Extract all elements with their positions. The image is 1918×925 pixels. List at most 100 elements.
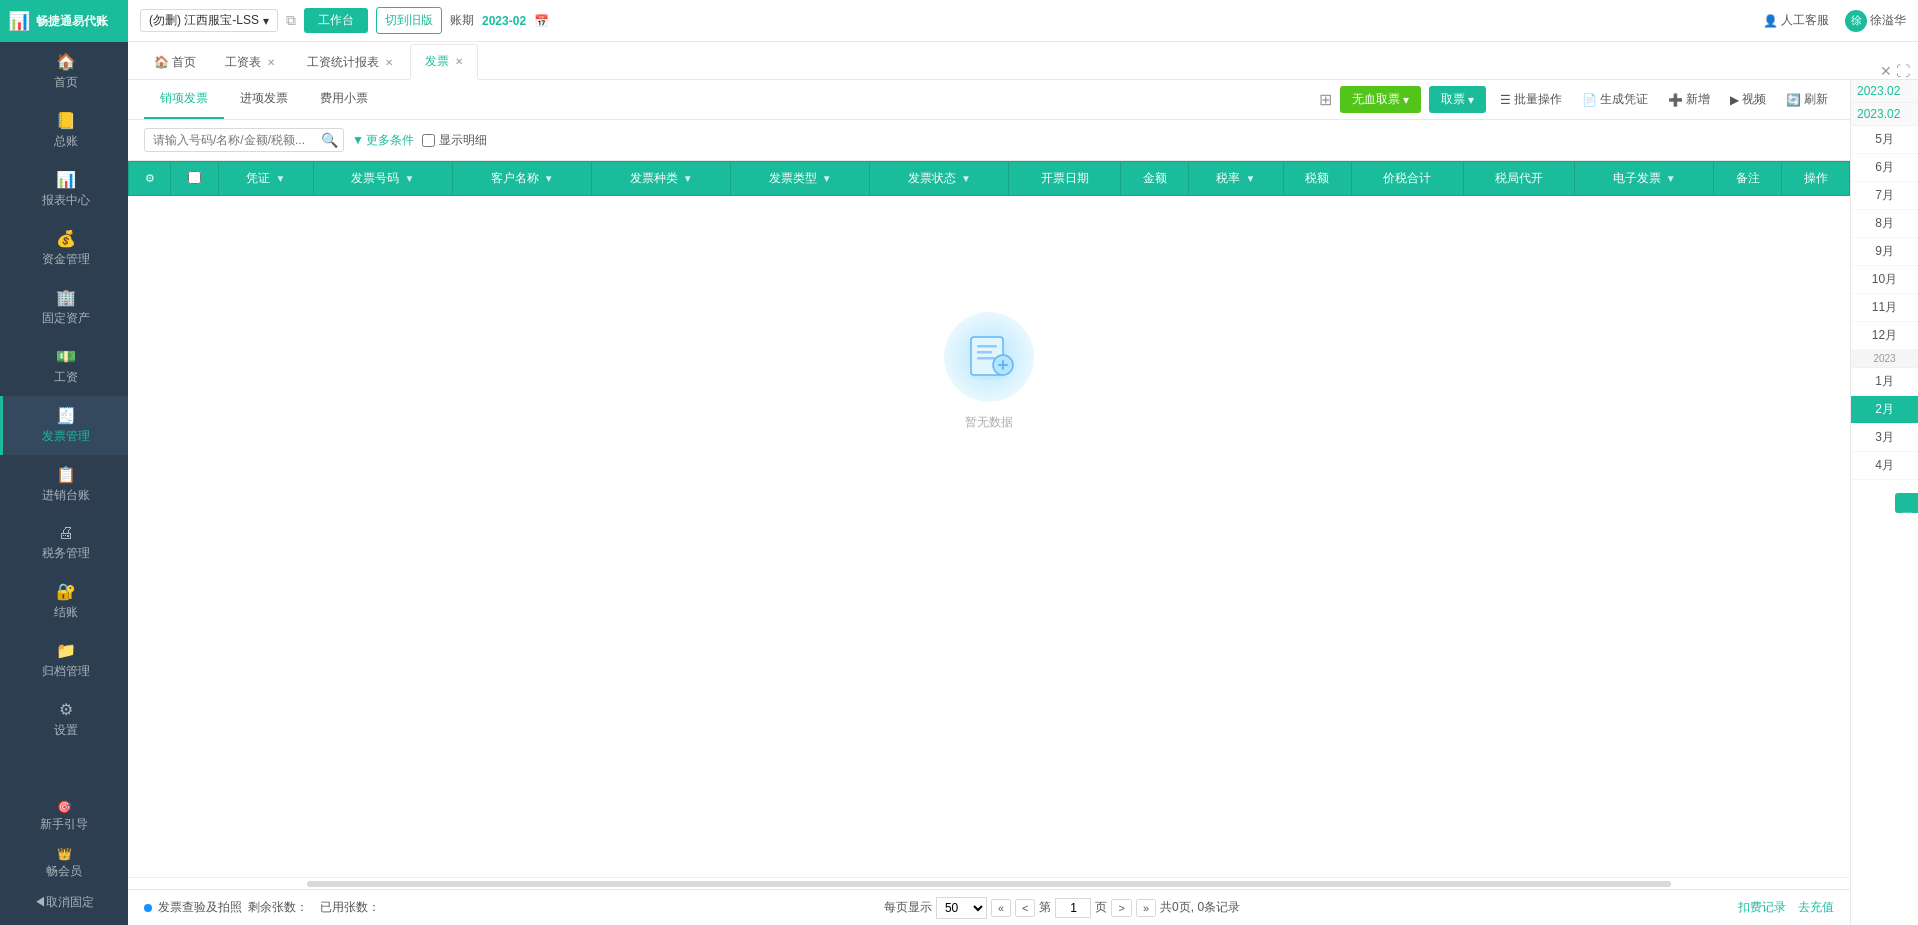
search-input[interactable]	[144, 128, 344, 152]
go-purchase-link[interactable]: 去充值	[1798, 899, 1834, 916]
period-year-row-2023-02-2[interactable]: 2023.02	[1851, 103, 1918, 126]
sidebar-item-label: 工资	[54, 369, 78, 386]
sidebar-item-guide[interactable]: 🎯 新手引导	[4, 794, 124, 839]
company-selector[interactable]: (勿删) 江西服宝-LSS ▾	[140, 9, 278, 32]
tab-home[interactable]: 🏠 首页	[140, 46, 210, 79]
period-month-2023-4[interactable]: 4月	[1851, 452, 1918, 480]
first-page-btn[interactable]: «	[991, 899, 1011, 917]
period-month-2023-2[interactable]: 2月	[1851, 396, 1918, 424]
show-detail-checkbox-wrap[interactable]: 显示明细	[422, 132, 487, 149]
period-month-7[interactable]: 7月	[1851, 182, 1918, 210]
open-period-btn[interactable]: 开账日期	[1895, 493, 1918, 513]
no-voucher-btn[interactable]: 无血取票 ▾	[1340, 86, 1421, 113]
sidebar-item-member[interactable]: 👑 畅会员	[4, 841, 124, 886]
pin-label: ◀取消固定	[34, 894, 94, 911]
refresh-btn[interactable]: 🔄 刷新	[1780, 87, 1834, 112]
voucher-filter-icon[interactable]: ▼	[275, 173, 285, 184]
period-month-10[interactable]: 10月	[1851, 266, 1918, 294]
voucher-label: 取票	[1441, 91, 1465, 108]
tab-salary-table[interactable]: 工资表 ✕	[210, 45, 290, 79]
th-electronic: 电子发票 ▼	[1575, 162, 1714, 196]
home-tab-label: 首页	[172, 55, 196, 69]
horizontal-scrollbar[interactable]	[307, 881, 1672, 887]
tab-invoice-close[interactable]: ✕	[455, 56, 463, 67]
show-detail-checkbox[interactable]	[422, 134, 435, 147]
pin-toggle[interactable]: ◀取消固定	[4, 888, 124, 917]
sidebar-item-ledger[interactable]: 📒 总账	[0, 101, 128, 160]
sidebar-item-archive[interactable]: 📁 归档管理	[0, 631, 128, 690]
page-input[interactable]	[1055, 898, 1091, 918]
select-all-checkbox[interactable]	[188, 171, 201, 184]
invoice-table: ⚙ 凭证 ▼ 发票号码 ▼ 客户名称	[128, 161, 1850, 196]
invoice-status-filter-icon[interactable]: ▼	[961, 173, 971, 184]
electronic-filter-icon[interactable]: ▼	[1666, 173, 1676, 184]
service-label: 人工客服	[1781, 12, 1829, 29]
voucher-btn[interactable]: 取票 ▾	[1429, 86, 1486, 113]
add-record-link[interactable]: 扣费记录	[1738, 899, 1786, 916]
period-year-row-2023-02-top[interactable]: 2023.02	[1851, 80, 1918, 103]
th-settings[interactable]: ⚙	[129, 162, 171, 196]
period-month-5[interactable]: 5月	[1851, 126, 1918, 154]
tab-invoice[interactable]: 发票 ✕	[410, 44, 478, 80]
check-label: 发票查验及拍照	[158, 899, 242, 916]
copy-icon[interactable]: ⧉	[286, 12, 296, 29]
sidebar-item-salary[interactable]: 💵 工资	[0, 337, 128, 396]
show-detail-label: 显示明细	[439, 132, 487, 149]
period-month-11[interactable]: 11月	[1851, 294, 1918, 322]
grid-view-icon[interactable]: ⊞	[1319, 90, 1332, 109]
period-month-12[interactable]: 12月	[1851, 322, 1918, 350]
period-month-2023-3[interactable]: 3月	[1851, 424, 1918, 452]
sidebar-item-invoice-mgmt[interactable]: 🧾 发票管理	[0, 396, 128, 455]
invoice-no-filter-icon[interactable]: ▼	[405, 173, 415, 184]
th-operation: 操作	[1782, 162, 1850, 196]
sidebar-item-home[interactable]: 🏠 首页	[0, 42, 128, 101]
next-page-btn[interactable]: >	[1111, 899, 1131, 917]
tax-rate-filter-icon[interactable]: ▼	[1246, 173, 1256, 184]
sidebar-item-sales-ledger[interactable]: 📋 进销台账	[0, 455, 128, 514]
period-month-2023-1[interactable]: 1月	[1851, 368, 1918, 396]
tab-close-all[interactable]: ✕	[1880, 63, 1892, 79]
page-size-select[interactable]: 50 100 200	[936, 897, 987, 919]
funds-icon: 💰	[56, 229, 76, 248]
th-checkbox[interactable]	[171, 162, 219, 196]
th-tax: 税额	[1284, 162, 1352, 196]
period-month-9[interactable]: 9月	[1851, 238, 1918, 266]
gen-voucher-icon: 📄	[1582, 93, 1597, 107]
tab-expand[interactable]: ⛶	[1896, 63, 1910, 79]
settings-icon: ⚙	[59, 700, 73, 719]
invoice-category-filter-icon[interactable]: ▼	[822, 173, 832, 184]
period-month-8[interactable]: 8月	[1851, 210, 1918, 238]
period-icon[interactable]: 📅	[534, 14, 549, 28]
sidebar-bottom: 🎯 新手引导 👑 畅会员 ◀取消固定	[0, 786, 128, 925]
invoice-type-filter-icon[interactable]: ▼	[683, 173, 693, 184]
gen-voucher-btn[interactable]: 📄 生成凭证	[1576, 87, 1654, 112]
topbar-right: 👤 人工客服 徐 徐溢华	[1763, 10, 1906, 32]
sidebar-item-tax-mgmt[interactable]: 🖨 税务管理	[0, 514, 128, 572]
tab-salary-stat-close[interactable]: ✕	[385, 57, 393, 68]
tab-salary-table-close[interactable]: ✕	[267, 57, 275, 68]
logo-icon: 📊	[8, 10, 30, 32]
service-button[interactable]: 👤 人工客服	[1763, 12, 1829, 29]
subtab-sales-invoice[interactable]: 销项发票	[144, 80, 224, 119]
tab-salary-stat[interactable]: 工资统计报表 ✕	[292, 45, 408, 79]
sidebar-item-assets[interactable]: 🏢 固定资产	[0, 278, 128, 337]
prev-page-btn[interactable]: <	[1015, 899, 1035, 917]
footer-left: 发票查验及拍照 剩余张数： 已用张数：	[144, 899, 386, 916]
sidebar-item-settings[interactable]: ⚙ 设置	[0, 690, 128, 749]
batch-op-btn[interactable]: ☰ 批量操作	[1494, 87, 1568, 112]
workbench-button[interactable]: 工作台	[304, 8, 368, 33]
video-btn[interactable]: ▶ 视频	[1724, 87, 1772, 112]
oldver-button[interactable]: 切到旧版	[376, 7, 442, 34]
customer-filter-icon[interactable]: ▼	[544, 173, 554, 184]
user-menu[interactable]: 徐 徐溢华	[1845, 10, 1906, 32]
new-btn[interactable]: ➕ 新增	[1662, 87, 1716, 112]
member-icon: 👑	[57, 847, 72, 861]
subtab-expense-receipt[interactable]: 费用小票	[304, 80, 384, 119]
subtab-purchase-invoice[interactable]: 进项发票	[224, 80, 304, 119]
sidebar-item-funds[interactable]: 💰 资金管理	[0, 219, 128, 278]
period-month-6[interactable]: 6月	[1851, 154, 1918, 182]
filter-btn[interactable]: ▼ 更多条件	[352, 132, 414, 149]
sidebar-item-reports[interactable]: 📊 报表中心	[0, 160, 128, 219]
last-page-btn[interactable]: »	[1136, 899, 1156, 917]
sidebar-item-closing[interactable]: 🔐 结账	[0, 572, 128, 631]
